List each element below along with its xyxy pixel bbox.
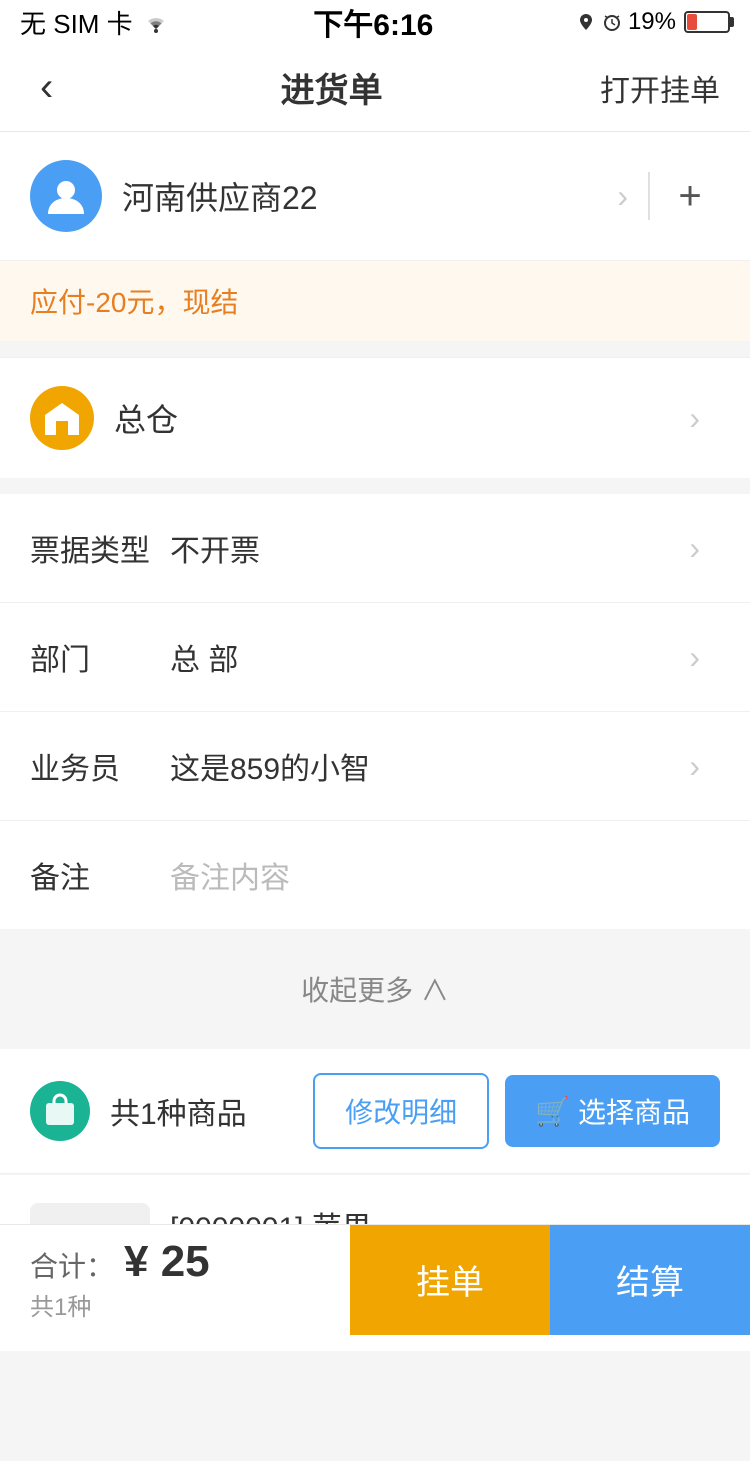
warehouse-section: 总仓 › xyxy=(0,357,750,478)
divider xyxy=(648,172,650,220)
form-section: 票据类型 不开票 › 部门 总 部 › 业务员 这是859的小智 › 备注 备注… xyxy=(0,494,750,929)
supplier-chevron-icon: › xyxy=(617,178,628,215)
page-title: 进货单 xyxy=(281,63,383,112)
salesperson-row[interactable]: 业务员 这是859的小智 › xyxy=(0,712,750,821)
notes-input[interactable]: 备注内容 xyxy=(170,853,720,897)
open-suspend-button[interactable]: 打开挂单 xyxy=(600,66,720,110)
footer: 合计： ¥ 25 共1种 挂单 结算 xyxy=(0,1224,750,1334)
back-button[interactable]: ‹ xyxy=(30,55,63,120)
checkout-button[interactable]: 结算 xyxy=(550,1225,750,1335)
department-value: 总 部 xyxy=(170,635,689,679)
alarm-icon xyxy=(602,12,622,32)
supplier-section: 河南供应商22 › + 应付-20元，现结 xyxy=(0,132,750,341)
salesperson-value: 这是859的小智 xyxy=(170,744,689,788)
suspend-button[interactable]: 挂单 xyxy=(350,1225,550,1335)
warehouse-chevron-icon: › xyxy=(689,400,700,437)
ticket-type-value: 不开票 xyxy=(170,526,689,570)
warehouse-name: 总仓 xyxy=(114,395,689,441)
nav-bar: ‹ 进货单 打开挂单 xyxy=(0,44,750,132)
products-icon xyxy=(30,1081,90,1141)
warehouse-icon xyxy=(30,386,94,450)
payment-hint: 应付-20元，现结 xyxy=(0,261,750,341)
status-bar: 无 SIM 卡 下午6:16 19% xyxy=(0,0,750,44)
shopping-bag-icon xyxy=(42,1093,78,1129)
notes-row[interactable]: 备注 备注内容 xyxy=(0,821,750,929)
total-label: 合计： xyxy=(30,1245,114,1285)
warehouse-row[interactable]: 总仓 › xyxy=(0,357,750,478)
supplier-avatar xyxy=(30,160,102,232)
ticket-type-chevron-icon: › xyxy=(689,530,700,567)
department-row[interactable]: 部门 总 部 › xyxy=(0,603,750,712)
select-product-button[interactable]: 🛒 选择商品 xyxy=(505,1075,720,1147)
salesperson-label: 业务员 xyxy=(30,744,170,788)
collapse-row[interactable]: 收起更多 ∧ xyxy=(0,945,750,1033)
house-icon xyxy=(43,399,81,437)
supplier-name: 河南供应商22 xyxy=(122,173,617,219)
total-amount: ¥ 25 xyxy=(124,1237,210,1287)
status-carrier: 无 SIM 卡 xyxy=(20,4,171,41)
cart-icon: 🛒 xyxy=(535,1095,570,1128)
department-label: 部门 xyxy=(30,635,170,679)
products-count: 共1种商品 xyxy=(110,1089,313,1133)
department-chevron-icon: › xyxy=(689,639,700,676)
notes-label: 备注 xyxy=(30,853,170,897)
salesperson-chevron-icon: › xyxy=(689,748,700,785)
bottom-spacer xyxy=(0,1351,750,1461)
ticket-type-label: 票据类型 xyxy=(30,526,170,570)
footer-total: 合计： ¥ 25 共1种 xyxy=(0,1237,350,1322)
location-icon xyxy=(576,12,596,32)
battery-icon xyxy=(684,11,730,33)
person-icon xyxy=(44,174,88,218)
total-sub: 共1种 xyxy=(30,1287,320,1322)
ticket-type-row[interactable]: 票据类型 不开票 › xyxy=(0,494,750,603)
status-time: 下午6:16 xyxy=(313,0,433,44)
status-right: 19% xyxy=(576,8,730,36)
products-header: 共1种商品 修改明细 🛒 选择商品 xyxy=(0,1049,750,1174)
wifi-icon xyxy=(141,11,171,33)
supplier-row[interactable]: 河南供应商22 › + xyxy=(0,132,750,261)
edit-detail-button[interactable]: 修改明细 xyxy=(313,1073,489,1149)
add-supplier-button[interactable]: + xyxy=(660,166,720,226)
